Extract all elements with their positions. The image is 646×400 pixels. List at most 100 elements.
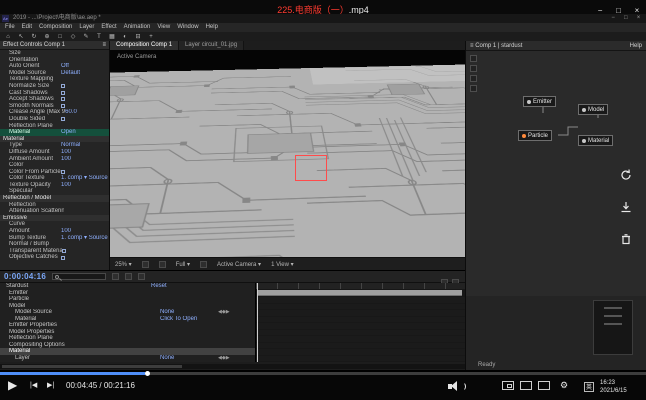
node-model[interactable]: Model (578, 104, 608, 115)
menu-item[interactable]: File (5, 23, 15, 32)
menu-item[interactable]: Composition (39, 23, 72, 32)
checkbox[interactable] (61, 170, 65, 174)
language-indicator[interactable]: 英 (584, 382, 594, 392)
tool-icon[interactable]: ▦ (108, 33, 116, 40)
composition-canvas[interactable]: Active Camera (110, 50, 465, 257)
tool-icon[interactable]: ◇ (69, 33, 77, 40)
mask-visibility-icon[interactable] (159, 261, 166, 268)
playhead[interactable] (257, 283, 258, 362)
property-value[interactable]: 100 (61, 182, 71, 189)
property-value[interactable]: 100 (61, 228, 71, 235)
effect-property-row[interactable]: Accept Shadows (0, 96, 109, 103)
effect-property-row[interactable]: Reflection / Model (0, 195, 109, 202)
tab-composition[interactable]: Composition Comp 1 (110, 41, 179, 50)
timeline-search-input[interactable] (52, 273, 106, 280)
settings-gear-icon[interactable]: ⚙ (560, 380, 568, 391)
node-particle[interactable]: Particle (518, 130, 552, 141)
checkbox[interactable] (61, 256, 65, 260)
effect-property-row[interactable]: Color Texture 1. comp ▾ Source (0, 175, 109, 182)
effect-property-row[interactable]: Size (0, 50, 109, 57)
effect-property-row[interactable]: Transparent Material (0, 248, 109, 255)
checkbox[interactable] (62, 249, 66, 253)
effect-controls-tab[interactable]: Effect Controls Comp 1 (3, 41, 65, 49)
grid-guides-icon[interactable] (142, 261, 149, 268)
zoom-select[interactable]: 25% ▾ (115, 261, 132, 268)
node-emitter[interactable]: Emitter (523, 96, 556, 107)
effect-property-row[interactable]: Color From Particle (0, 169, 109, 176)
property-value[interactable]: 1. comp ▾ Source (61, 175, 108, 182)
effect-property-row[interactable]: Auto Orient Off (0, 63, 109, 70)
ae-maximize-button[interactable]: □ (620, 14, 631, 23)
time-ruler[interactable] (256, 283, 465, 289)
checkbox[interactable] (61, 97, 65, 101)
tool-icon[interactable]: ⊟ (134, 33, 142, 40)
menu-item[interactable]: Animation (124, 23, 151, 32)
effect-property-row[interactable]: Diffuse Amount 100 (0, 149, 109, 156)
effect-property-row[interactable]: Amount 100 (0, 228, 109, 235)
effect-property-row[interactable]: Objective Catches (0, 254, 109, 261)
download-icon[interactable] (619, 200, 635, 216)
keyframe-navigator[interactable]: ◀◆▶ (218, 355, 254, 362)
effect-property-row[interactable]: Cast Shadows (0, 90, 109, 97)
selection-rectangle[interactable] (295, 155, 327, 181)
tool-icon[interactable]: ↻ (30, 33, 38, 40)
composition-mini-flowchart-icon[interactable] (112, 273, 119, 280)
property-value[interactable]: Off (61, 63, 69, 70)
menu-item[interactable]: Help (206, 23, 218, 32)
timeline-row[interactable]: Layer None ◀◆▶ (0, 355, 255, 362)
layer-property-value[interactable]: Click To Open (160, 316, 218, 323)
effect-property-row[interactable]: Attenuation Scattering (0, 208, 109, 215)
effect-property-row[interactable]: Double Sided (0, 116, 109, 123)
timeline-scroll-thumb[interactable] (2, 365, 182, 368)
keyframe-navigator[interactable]: ◀◆▶ (218, 309, 254, 316)
property-value[interactable]: 100 (61, 149, 71, 156)
ae-minimize-button[interactable]: − (608, 14, 619, 23)
effect-property-row[interactable]: Color (0, 162, 109, 169)
timeline-tracks[interactable] (256, 283, 465, 362)
effect-property-row[interactable]: Reflection Plane (0, 123, 109, 130)
effect-property-row[interactable]: Material Open (0, 129, 109, 136)
panel-menu-icon[interactable]: ≡ (470, 43, 474, 49)
effect-property-row[interactable]: Material (0, 136, 109, 143)
effect-property-row[interactable]: Orientation (0, 57, 109, 64)
timeline-scrollbar[interactable] (0, 364, 465, 369)
region-of-interest-icon[interactable] (200, 261, 207, 268)
frame-blending-icon[interactable] (138, 273, 145, 280)
effect-property-row[interactable]: Reflection (0, 202, 109, 209)
progress-handle[interactable] (145, 371, 150, 376)
checkbox[interactable] (61, 91, 65, 95)
checkbox[interactable] (61, 104, 65, 108)
ae-close-button[interactable]: × (633, 14, 644, 23)
preview-mini-panel[interactable] (593, 300, 633, 355)
node-material[interactable]: Material (578, 135, 613, 146)
volume-button[interactable] (448, 381, 466, 392)
effect-property-row[interactable]: Normalize Size (0, 83, 109, 90)
checkbox[interactable] (61, 117, 65, 121)
tool-icon[interactable]: □ (56, 34, 64, 40)
property-value[interactable]: 100 (61, 156, 71, 163)
video-progress-bar[interactable] (0, 372, 646, 375)
resolution-select[interactable]: Full ▾ (176, 261, 190, 268)
trash-icon[interactable] (619, 232, 635, 248)
menu-item[interactable]: Window (177, 23, 198, 32)
camera-select[interactable]: Active Camera ▾ (217, 261, 261, 268)
tool-icon[interactable]: ⊕ (43, 33, 51, 40)
effect-property-row[interactable]: Texture Opacity 100 (0, 182, 109, 189)
tab-layer[interactable]: Layer circuit_01.jpg (179, 41, 244, 50)
effect-property-row[interactable]: Type Normal (0, 142, 109, 149)
tool-icon[interactable]: ↖ (17, 33, 25, 40)
effect-property-row[interactable]: Specular (0, 188, 109, 195)
effect-property-row[interactable]: Smooth Normals (0, 103, 109, 110)
menu-item[interactable]: Effect (101, 23, 116, 32)
property-value[interactable]: 1. comp ▾ Source (61, 235, 108, 242)
effect-property-row[interactable]: Texture Mapping (0, 76, 109, 83)
refresh-icon[interactable] (619, 168, 635, 184)
help-link[interactable]: Help (630, 41, 642, 50)
layer-property-value[interactable]: None (160, 355, 218, 362)
property-value[interactable]: Normal (61, 142, 80, 149)
effect-property-row[interactable]: Normal / Bump (0, 241, 109, 248)
menu-item[interactable]: Layer (79, 23, 94, 32)
effect-property-row[interactable]: Emissive (0, 215, 109, 222)
view-layout-select[interactable]: 1 View ▾ (271, 261, 294, 268)
effect-property-row[interactable]: Ambient Amount 100 (0, 156, 109, 163)
